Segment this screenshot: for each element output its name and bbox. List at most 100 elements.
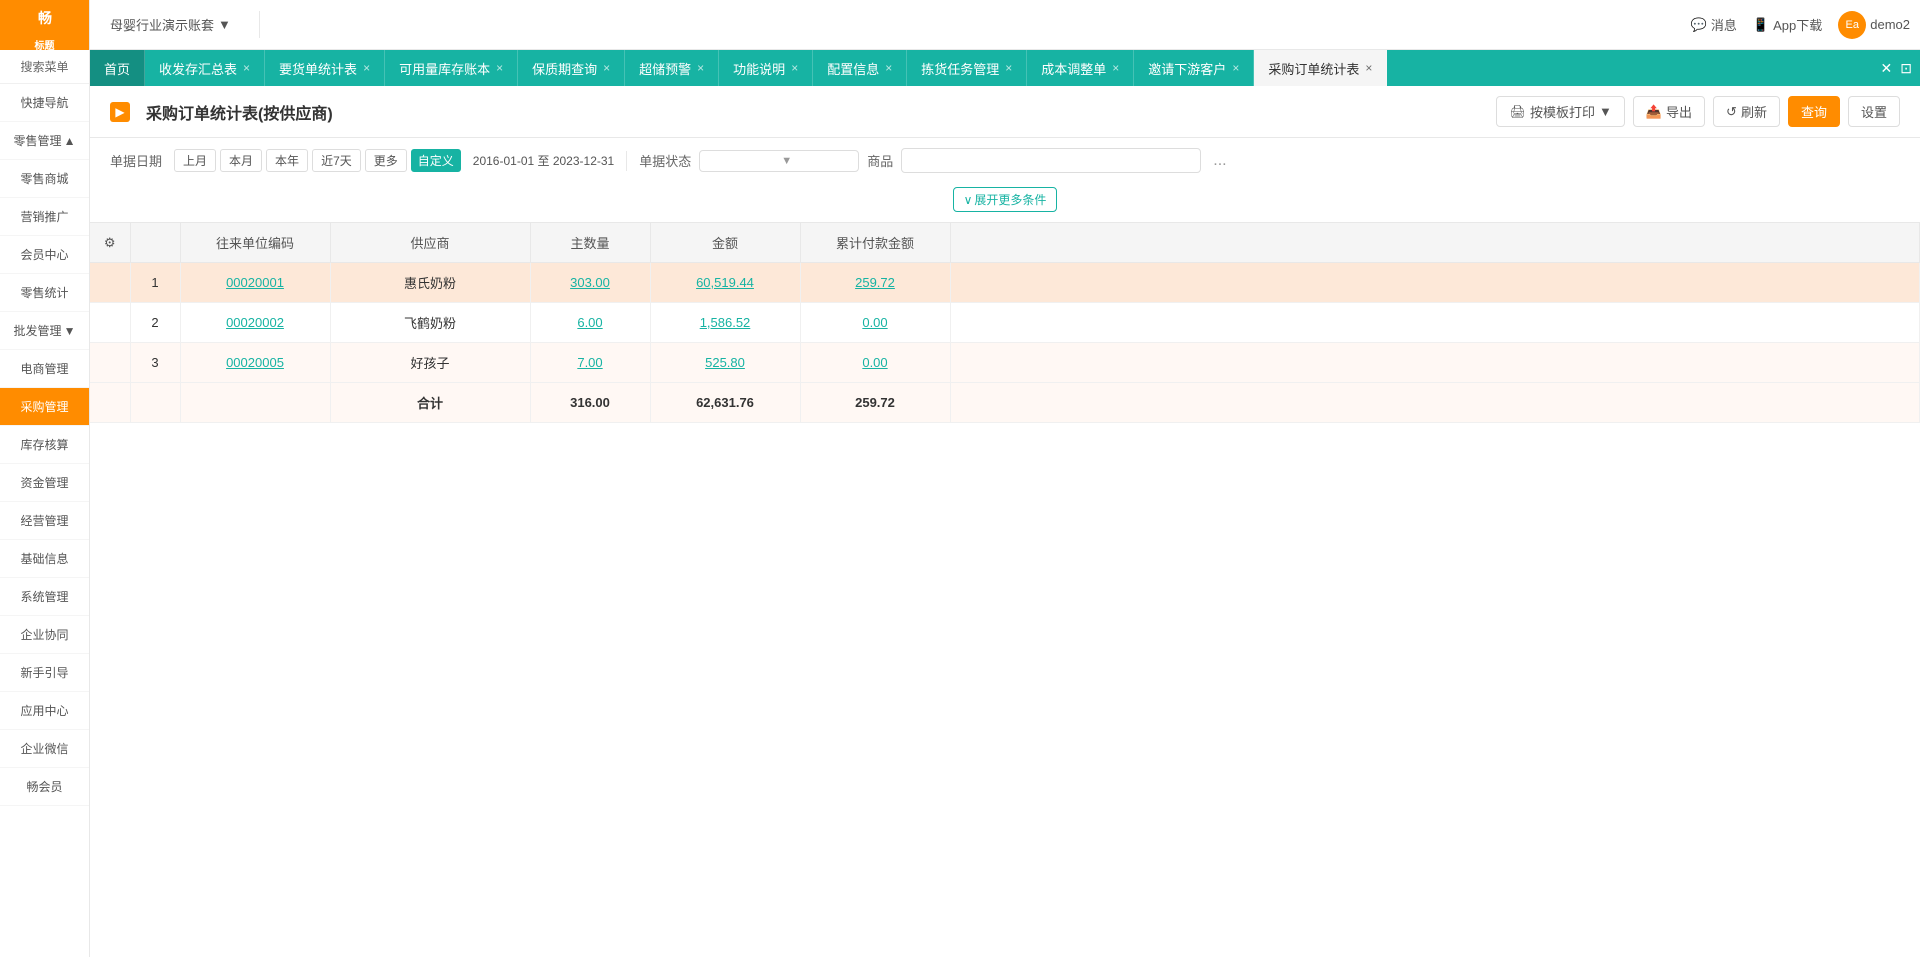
filter-divider: [626, 151, 627, 171]
workspace-selector[interactable]: 母婴行业演示账套 ▼: [100, 11, 260, 38]
row-supplier-1: 惠氏奶粉: [330, 263, 530, 303]
query-button[interactable]: 查询: [1788, 96, 1840, 127]
tab-invite-close[interactable]: ×: [1232, 61, 1239, 75]
sidebar-item-ecommerce[interactable]: 电商管理: [0, 350, 89, 388]
row-qty-1[interactable]: 303.00: [530, 263, 650, 303]
tab-cost-adj-close[interactable]: ×: [1112, 61, 1119, 75]
tab-config[interactable]: 配置信息 ×: [813, 50, 907, 86]
row-check-1[interactable]: [90, 263, 130, 303]
export-button[interactable]: 📤 导出: [1633, 96, 1705, 127]
sidebar-item-wholesale[interactable]: 批发管理 ▼: [0, 312, 89, 350]
sidebar-item-finance[interactable]: 资金管理: [0, 464, 89, 502]
print-button[interactable]: 🖨 按模板打印 ▼: [1496, 96, 1624, 127]
table-row[interactable]: 1 00020001 惠氏奶粉 303.00 60,519.44 259.72: [90, 263, 1920, 303]
settings-button[interactable]: 设置: [1848, 96, 1900, 127]
row-qty-2[interactable]: 6.00: [530, 303, 650, 343]
row-paid-1[interactable]: 259.72: [800, 263, 950, 303]
date-btn-custom[interactable]: 自定义: [411, 149, 461, 172]
app-download-action[interactable]: 📱 App下载: [1753, 15, 1822, 34]
date-btn-this-month[interactable]: 本月: [220, 149, 262, 172]
refresh-button[interactable]: ↺ 刷新: [1713, 96, 1780, 127]
sidebar-item-newbie[interactable]: 新手引导: [0, 654, 89, 692]
sidebar-item-system[interactable]: 系统管理: [0, 578, 89, 616]
sidebar-item-purchase[interactable]: 采购管理: [0, 388, 89, 426]
tab-purchase-stat[interactable]: 要货单统计表 ×: [265, 50, 385, 86]
row-check-2[interactable]: [90, 303, 130, 343]
sidebar-item-corp[interactable]: 企业协同: [0, 616, 89, 654]
col-header-code[interactable]: 往来单位编码: [180, 223, 330, 263]
tab-func-desc[interactable]: 功能说明 ×: [719, 50, 813, 86]
tab-cost-adj[interactable]: 成本调整单 ×: [1027, 50, 1134, 86]
sidebar-item-wechat[interactable]: 企业微信: [0, 730, 89, 768]
message-icon: 💬: [1691, 17, 1707, 33]
search-menu-label[interactable]: 搜索菜单: [6, 58, 83, 75]
col-header-supplier[interactable]: 供应商: [330, 223, 530, 263]
message-action[interactable]: 💬 消息: [1691, 15, 1737, 34]
tab-inventory-book-close[interactable]: ×: [496, 61, 503, 75]
date-btn-last-month[interactable]: 上月: [174, 149, 216, 172]
col-header-qty[interactable]: 主数量: [530, 223, 650, 263]
tab-expiry[interactable]: 保质期查询 ×: [518, 50, 625, 86]
sidebar-search-area[interactable]: 搜索菜单: [0, 50, 89, 84]
gear-icon[interactable]: ⚙: [104, 235, 116, 250]
user-profile[interactable]: Ea demo2: [1838, 11, 1910, 39]
col-header-paid[interactable]: 累计付款金额: [800, 223, 950, 263]
row-check-3[interactable]: [90, 343, 130, 383]
tab-overstock[interactable]: 超储预警 ×: [625, 50, 719, 86]
sidebar-item-marketing[interactable]: 营销推广: [0, 198, 89, 236]
row-qty-3[interactable]: 7.00: [530, 343, 650, 383]
goods-input-wrapper[interactable]: [901, 148, 1201, 173]
sidebar-item-retail-stat[interactable]: 零售统计: [0, 274, 89, 312]
tabbar-close-icon[interactable]: ✕: [1881, 60, 1893, 77]
sidebar-item-inventory[interactable]: 库存核算: [0, 426, 89, 464]
status-select[interactable]: ▼: [699, 150, 859, 172]
row-code-3[interactable]: 00020005: [180, 343, 330, 383]
row-amount-2[interactable]: 1,586.52: [650, 303, 800, 343]
tab-invite[interactable]: 邀请下游客户 ×: [1134, 50, 1254, 86]
tab-purchase-order-stat-close[interactable]: ×: [1365, 61, 1372, 75]
sidebar-toggle-btn[interactable]: ▶: [110, 102, 130, 122]
more-filter-btn[interactable]: ...: [1209, 152, 1230, 170]
tab-purchase-stat-close[interactable]: ×: [363, 61, 370, 75]
tab-home[interactable]: 首页: [90, 50, 145, 86]
col-header-amount[interactable]: 金额: [650, 223, 800, 263]
sidebar-item-vip[interactable]: 畅会员: [0, 768, 89, 806]
sidebar-item-shortcut[interactable]: 快捷导航: [0, 84, 89, 122]
col-header-extra: [950, 223, 1920, 263]
row-supplier-2: 飞鹤奶粉: [330, 303, 530, 343]
table-row[interactable]: 3 00020005 好孩子 7.00 525.80 0.00: [90, 343, 1920, 383]
row-amount-1[interactable]: 60,519.44: [650, 263, 800, 303]
row-code-1[interactable]: 00020001: [180, 263, 330, 303]
sidebar-item-retail-store[interactable]: 零售商城: [0, 160, 89, 198]
tab-purchase-order-stat[interactable]: 采购订单统计表 ×: [1254, 50, 1387, 86]
tab-expiry-close[interactable]: ×: [603, 61, 610, 75]
table-row[interactable]: 2 00020002 飞鹤奶粉 6.00 1,586.52 0.00: [90, 303, 1920, 343]
tab-func-desc-close[interactable]: ×: [791, 61, 798, 75]
status-label: 单据状态: [639, 151, 691, 170]
sidebar-item-appstore[interactable]: 应用中心: [0, 692, 89, 730]
row-paid-3[interactable]: 0.00: [800, 343, 950, 383]
tab-receivable[interactable]: 收发存汇总表 ×: [145, 50, 265, 86]
row-paid-2[interactable]: 0.00: [800, 303, 950, 343]
date-btn-this-year[interactable]: 本年: [266, 149, 308, 172]
sidebar-item-member[interactable]: 会员中心: [0, 236, 89, 274]
tabbar-restore-icon[interactable]: ⊡: [1900, 60, 1912, 77]
date-btn-7days[interactable]: 近7天: [312, 149, 361, 172]
expand-icon: ∨: [964, 193, 973, 207]
sidebar-item-retail[interactable]: 零售管理 ▲: [0, 122, 89, 160]
goods-input[interactable]: [910, 153, 1192, 168]
row-supplier-3: 好孩子: [330, 343, 530, 383]
row-code-2[interactable]: 00020002: [180, 303, 330, 343]
tab-inventory-book[interactable]: 可用量库存账本 ×: [385, 50, 518, 86]
tab-receivable-close[interactable]: ×: [243, 61, 250, 75]
tab-config-close[interactable]: ×: [885, 61, 892, 75]
date-btn-more[interactable]: 更多: [365, 149, 407, 172]
sidebar-item-basic[interactable]: 基础信息: [0, 540, 89, 578]
tab-overstock-close[interactable]: ×: [697, 61, 704, 75]
expand-filter-btn[interactable]: ∨ 展开更多条件: [953, 187, 1058, 212]
tab-picking[interactable]: 拣货任务管理 ×: [907, 50, 1027, 86]
topbar-actions: 💬 消息 📱 App下载 Ea demo2: [1691, 11, 1910, 39]
sidebar-item-ops[interactable]: 经营管理: [0, 502, 89, 540]
tab-picking-close[interactable]: ×: [1005, 61, 1012, 75]
row-amount-3[interactable]: 525.80: [650, 343, 800, 383]
